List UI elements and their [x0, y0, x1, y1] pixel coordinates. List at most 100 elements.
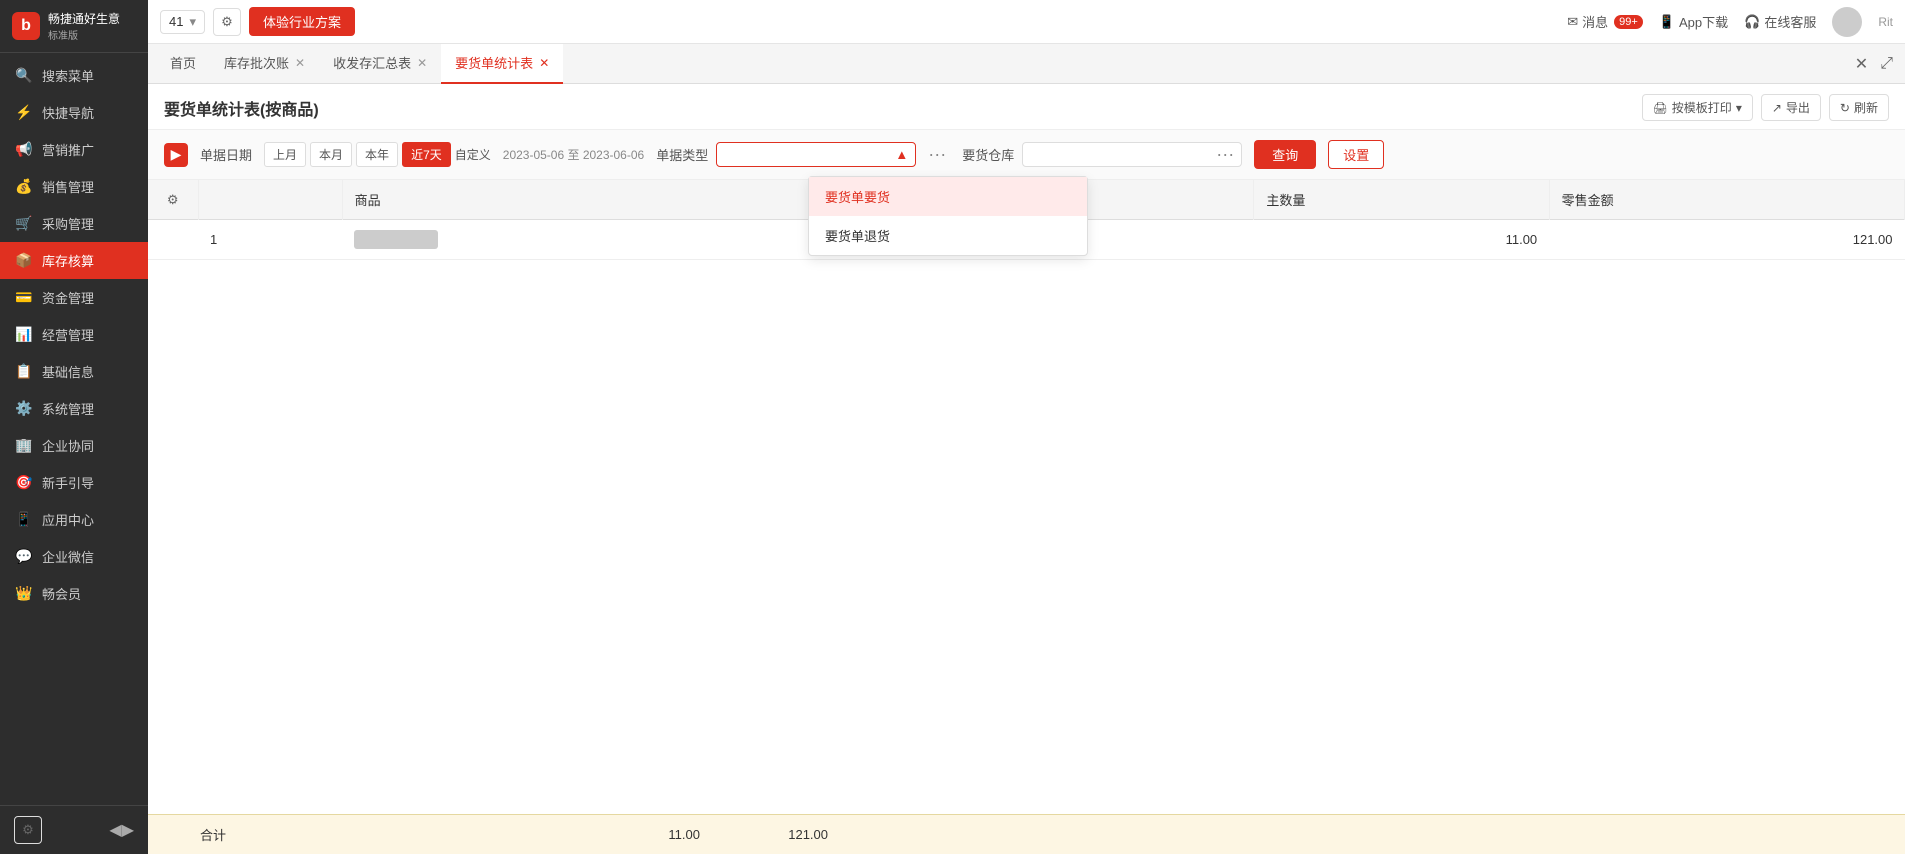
date-recent7-button[interactable]: 近7天 — [402, 142, 451, 167]
table-area: ⚙ 商品 主计量单位 主数量 零售金额 1 — [148, 180, 1905, 814]
date-buttons: 上月 本月 本年 近7天 自定义 — [264, 142, 491, 167]
username-label: Rit — [1878, 15, 1893, 29]
query-button[interactable]: 查询 — [1254, 140, 1316, 169]
refresh-icon: ↻ — [1840, 101, 1850, 115]
sidebar-toggle-button[interactable]: ◀▶ — [109, 820, 134, 840]
date-this-year-button[interactable]: 本年 — [356, 142, 398, 167]
export-button[interactable]: ↗ 导出 — [1761, 94, 1821, 121]
tab-close-icon[interactable]: ✕ — [417, 56, 427, 70]
sidebar-item-quick-nav[interactable]: ⚡ 快捷导航 — [0, 94, 148, 131]
filter-expand-button[interactable]: ▶ — [164, 143, 188, 167]
sidebar-item-apps[interactable]: 📱 应用中心 — [0, 501, 148, 538]
online-service-button[interactable]: 🎧 在线客服 — [1744, 12, 1816, 31]
service-icon: 🎧 — [1744, 14, 1760, 30]
sidebar-item-sales[interactable]: 💰 销售管理 — [0, 168, 148, 205]
sidebar-item-label: 基础信息 — [42, 362, 134, 381]
messages-label: 消息 — [1582, 12, 1608, 31]
print-chevron-icon: ▾ — [1736, 101, 1742, 115]
tab-receivables[interactable]: 收发存汇总表 ✕ — [319, 44, 441, 84]
total-quantity: 11.00 — [600, 827, 700, 842]
dropdown-item-order-return[interactable]: 要货单退货 — [809, 216, 1087, 255]
tab-close-icon[interactable]: ✕ — [295, 56, 305, 70]
marketing-icon: 📢 — [14, 141, 34, 158]
sidebar-item-operations[interactable]: 📊 经营管理 — [0, 316, 148, 353]
store-select[interactable]: 41 ▾ — [160, 10, 205, 34]
dropdown-item-order-goods[interactable]: 要货单要货 — [809, 177, 1087, 216]
export-icon: ↗ — [1772, 101, 1782, 115]
filter-bar: ▶ 单据日期 上月 本月 本年 近7天 自定义 2023-05-06 至 202… — [148, 130, 1905, 180]
row-index: 1 — [198, 220, 342, 260]
table-footer: 合计 11.00 121.00 — [148, 814, 1905, 854]
apps-icon: 📱 — [14, 511, 34, 528]
sales-icon: 💰 — [14, 178, 34, 195]
total-label: 合计 — [160, 825, 600, 844]
app-download-label: App下载 — [1679, 12, 1728, 31]
warehouse-filter-section: 要货仓库 ··· — [962, 142, 1242, 167]
type-select[interactable] — [716, 142, 916, 167]
user-avatar[interactable] — [1832, 7, 1862, 37]
download-icon: 📱 — [1659, 14, 1675, 30]
filter-settings-button[interactable]: 设置 — [1328, 140, 1384, 169]
logo-icon: b — [12, 12, 40, 40]
column-settings-icon[interactable]: ⚙ — [148, 180, 198, 220]
date-custom-button[interactable]: 自定义 — [455, 146, 491, 163]
expand-tabs-button[interactable]: ⤢ — [1876, 53, 1897, 75]
sidebar-item-wechat[interactable]: 💬 企业微信 — [0, 538, 148, 575]
sidebar-item-guide[interactable]: 🎯 新手引导 — [0, 464, 148, 501]
export-label: 导出 — [1786, 99, 1810, 116]
sidebar-item-enterprise[interactable]: 🏢 企业协同 — [0, 427, 148, 464]
tab-home-label: 首页 — [170, 53, 196, 72]
total-amount: 121.00 — [728, 827, 828, 842]
warehouse-more-button[interactable]: ··· — [1212, 144, 1238, 165]
sidebar-item-system[interactable]: ⚙️ 系统管理 — [0, 390, 148, 427]
guide-icon: 🎯 — [14, 474, 34, 491]
topbar-gear-button[interactable]: ⚙ — [213, 8, 241, 36]
store-name: 41 — [169, 14, 183, 29]
topbar: 41 ▾ ⚙ 体验行业方案 ✉ 消息 99+ 📱 App下载 🎧 在线客服 — [148, 0, 1905, 44]
warehouse-select-wrapper: ··· — [1022, 142, 1242, 167]
row-checkbox — [148, 220, 198, 260]
sidebar-item-finance[interactable]: 💳 资金管理 — [0, 279, 148, 316]
refresh-label: 刷新 — [1854, 99, 1878, 116]
row-quantity: 11.00 — [1254, 220, 1549, 260]
sidebar-item-inventory[interactable]: 📦 库存核算 — [0, 242, 148, 279]
tab-order-stats[interactable]: 要货单统计表 ✕ — [441, 44, 563, 84]
app-download-button[interactable]: 📱 App下载 — [1659, 12, 1728, 31]
sidebar-item-label: 企业微信 — [42, 547, 134, 566]
tab-label: 收发存汇总表 — [333, 53, 411, 72]
warehouse-select[interactable] — [1022, 142, 1242, 167]
sidebar-item-basics[interactable]: 📋 基础信息 — [0, 353, 148, 390]
column-index-header — [198, 180, 342, 220]
tab-batch-account[interactable]: 库存批次账 ✕ — [210, 44, 319, 84]
tab-home[interactable]: 首页 — [156, 44, 210, 84]
print-label: 按模板打印 — [1672, 99, 1732, 116]
product-name-blurred — [354, 230, 438, 249]
sidebar-item-purchase[interactable]: 🛒 采购管理 — [0, 205, 148, 242]
sidebar-item-label: 营销推广 — [42, 140, 134, 159]
tab-close-icon[interactable]: ✕ — [539, 56, 549, 70]
date-prev-month-button[interactable]: 上月 — [264, 142, 306, 167]
messages-button[interactable]: ✉ 消息 99+ — [1567, 12, 1643, 31]
refresh-button[interactable]: ↻ 刷新 — [1829, 94, 1889, 121]
page-actions: 🖨 按模板打印 ▾ ↗ 导出 ↻ 刷新 — [1642, 94, 1889, 121]
print-icon: 🖨 — [1653, 101, 1668, 115]
warehouse-filter-label: 要货仓库 — [962, 145, 1014, 164]
tab-label: 要货单统计表 — [455, 53, 533, 72]
sidebar-settings-icon[interactable]: ⚙ — [14, 816, 42, 844]
trial-button[interactable]: 体验行业方案 — [249, 7, 355, 36]
filter-more-button[interactable]: ··· — [924, 144, 950, 165]
sidebar-item-marketing[interactable]: 📢 营销推广 — [0, 131, 148, 168]
date-this-month-button[interactable]: 本月 — [310, 142, 352, 167]
sidebar-item-label: 新手引导 — [42, 473, 134, 492]
column-quantity-header: 主数量 — [1254, 180, 1549, 220]
close-all-tabs-button[interactable]: ✕ — [1851, 52, 1872, 76]
sidebar-item-member[interactable]: 👑 畅会员 — [0, 575, 148, 612]
print-button[interactable]: 🖨 按模板打印 ▾ — [1642, 94, 1753, 121]
sidebar-item-label: 应用中心 — [42, 510, 134, 529]
sidebar-item-search[interactable]: 🔍 搜索菜单 — [0, 57, 148, 94]
sidebar-footer: ⚙ ◀▶ — [0, 805, 148, 854]
date-filter-label: 单据日期 — [200, 145, 252, 164]
member-icon: 👑 — [14, 585, 34, 602]
basics-icon: 📋 — [14, 363, 34, 380]
date-range-display: 2023-05-06 至 2023-06-06 — [503, 146, 644, 163]
